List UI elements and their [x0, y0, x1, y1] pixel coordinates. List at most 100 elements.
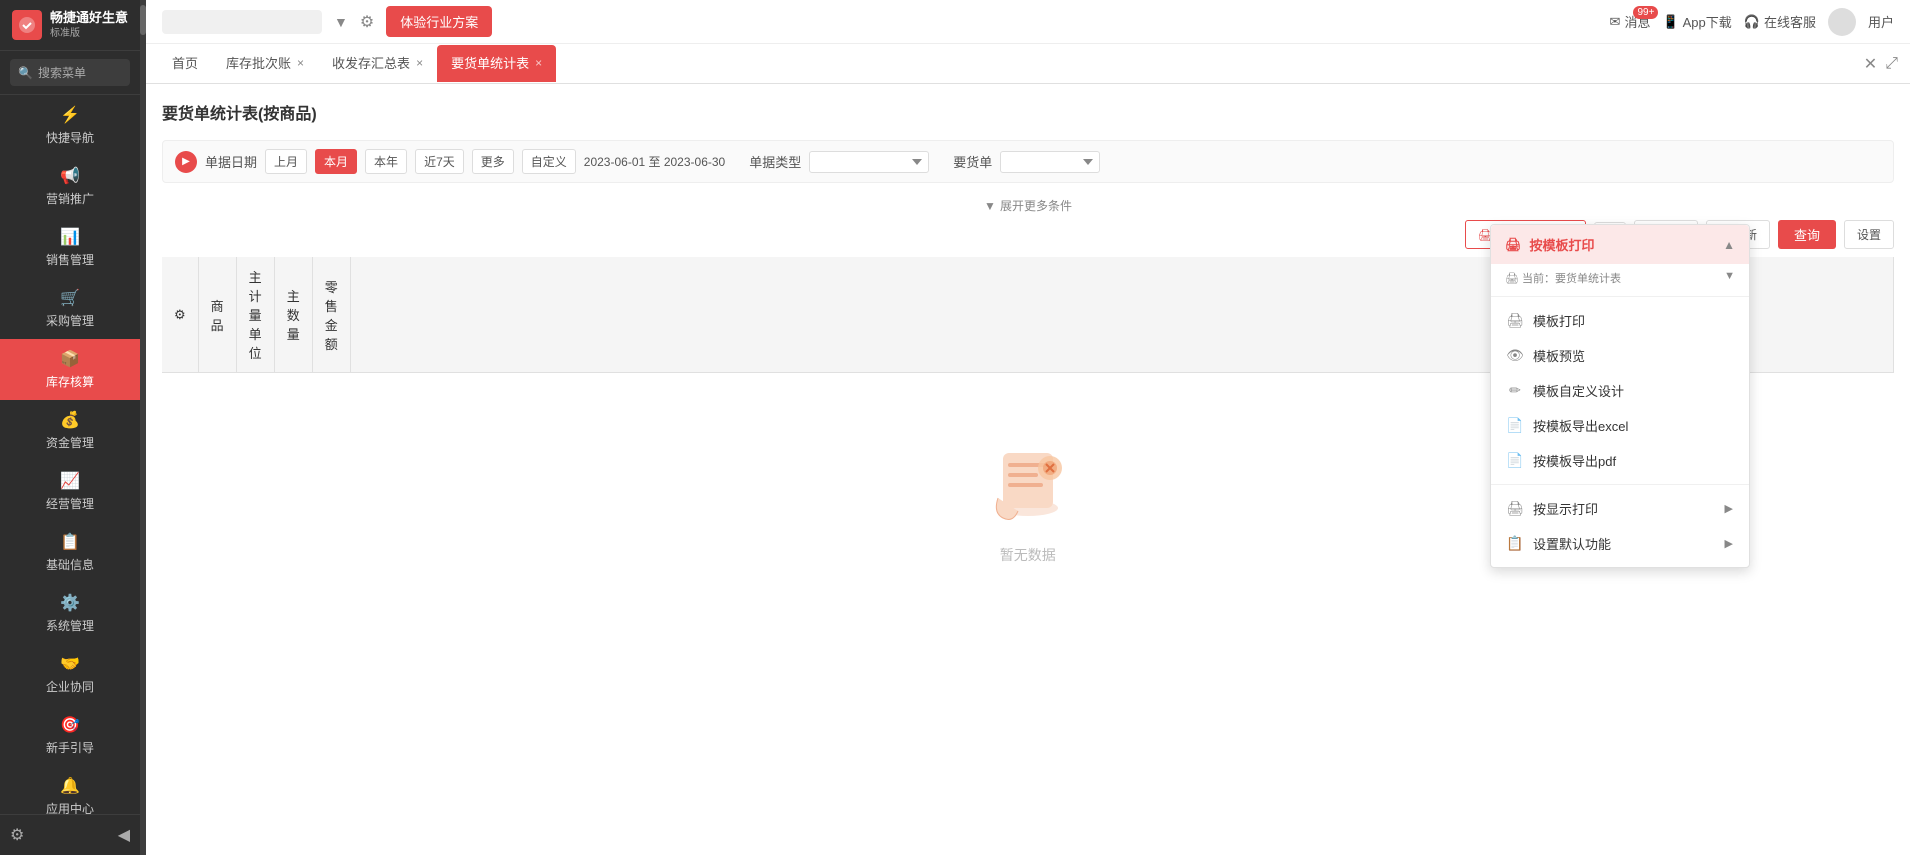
dropdown-item-template-custom[interactable]: ✏ 模板自定义设计	[1491, 373, 1749, 408]
template-custom-item-label: 模板自定义设计	[1533, 381, 1624, 400]
page-content: 要货单统计表(按商品) ▶ 单据日期 上月 本月 本年 近7天 更多 自定义 2…	[146, 84, 1910, 855]
dropdown-display-print[interactable]: 🖨 按显示打印 ▶	[1491, 491, 1749, 526]
tab-order-stats-label: 要货单统计表	[451, 53, 529, 72]
settings-footer-button[interactable]: ⚙	[10, 825, 24, 845]
marketing-icon: 📢	[60, 166, 80, 186]
sidebar-item-operations[interactable]: 📈 经营管理	[0, 461, 140, 522]
sidebar-item-label: 新手引导	[46, 739, 94, 756]
basic-icon: 📋	[60, 532, 80, 552]
logo: 畅捷通好生意 标准版	[0, 0, 140, 51]
topbar-dropdown-chevron[interactable]: ▼	[334, 14, 348, 30]
sidebar-item-purchase[interactable]: 🛒 采购管理	[0, 278, 140, 339]
set-default-chevron: ▶	[1725, 537, 1733, 550]
logo-icon	[12, 10, 42, 40]
app-download-group[interactable]: 📱 App下载	[1662, 12, 1731, 31]
sidebar-item-label: 企业协同	[46, 678, 94, 695]
headset-icon: 🎧	[1744, 14, 1760, 30]
sidebar-footer: ⚙ ◀	[0, 814, 140, 855]
tabs-actions: ✕ ⤢	[1864, 54, 1898, 74]
column-settings-button[interactable]: 设置	[1844, 220, 1894, 249]
type-select[interactable]	[809, 151, 929, 173]
logo-subtitle: 标准版	[50, 27, 128, 40]
close-tab-button[interactable]: ✕	[1864, 54, 1877, 74]
th-settings[interactable]: ⚙	[162, 257, 198, 373]
sidebar-item-quick-nav[interactable]: ⚡ 快捷导航	[0, 95, 140, 156]
filter-this-year-btn[interactable]: 本年	[365, 149, 407, 174]
yaohuo-select[interactable]	[1000, 151, 1100, 173]
expand-more-label: 展开更多条件	[1000, 197, 1072, 214]
topbar-search-input[interactable]	[162, 10, 322, 34]
filter-more-btn[interactable]: 更多	[472, 149, 514, 174]
topbar: ▼ ⚙ 体验行业方案 ✉ 消息 99+ 📱 App下载 🎧 在线客服 用户	[146, 0, 1910, 44]
settings-icon: ⚙	[174, 307, 186, 322]
username: 用户	[1868, 12, 1894, 31]
sidebar-item-marketing[interactable]: 📢 营销推广	[0, 156, 140, 217]
filter-last-month-btn[interactable]: 上月	[265, 149, 307, 174]
guide-icon: 🎯	[60, 715, 80, 735]
dropdown-current-text: 当前：要货单统计表	[1522, 273, 1621, 285]
tab-inventory-batch[interactable]: 库存批次账 ×	[212, 45, 318, 82]
filter-custom-btn[interactable]: 自定义	[522, 149, 576, 174]
purchase-icon: 🛒	[60, 288, 80, 308]
sidebar-item-basic[interactable]: 📋 基础信息	[0, 522, 140, 583]
sidebar-item-guide[interactable]: 🎯 新手引导	[0, 705, 140, 766]
logo-title: 畅捷通好生意	[50, 10, 128, 27]
trial-btn[interactable]: 体验行业方案	[386, 6, 492, 37]
tab-inventory-batch-close[interactable]: ×	[297, 57, 304, 69]
sidebar-item-sales[interactable]: 📊 销售管理	[0, 217, 140, 278]
avatar[interactable]	[1828, 8, 1856, 36]
collapse-sidebar-button[interactable]: ◀	[118, 825, 130, 845]
template-custom-item-icon: ✏	[1507, 383, 1523, 399]
sidebar-item-label: 经营管理	[46, 495, 94, 512]
sidebar-item-finance[interactable]: 💰 资金管理	[0, 400, 140, 461]
filter-bar: ▶ 单据日期 上月 本月 本年 近7天 更多 自定义 2023-06-01 至 …	[162, 140, 1894, 183]
sidebar-item-enterprise[interactable]: 🤝 企业协同	[0, 644, 140, 705]
app-download-label: App下载	[1683, 12, 1732, 31]
messages-group[interactable]: ✉ 消息 99+	[1610, 12, 1651, 31]
sidebar-search-area: 🔍 搜索菜单	[0, 51, 140, 95]
th-amount: 零售金额	[312, 257, 350, 373]
finance-icon: 💰	[60, 410, 80, 430]
tab-receivable-summary-close[interactable]: ×	[416, 57, 423, 69]
search-menu-button[interactable]: 🔍 搜索菜单	[10, 59, 130, 86]
tab-order-stats-close[interactable]: ×	[535, 57, 542, 69]
dropdown-collapse-icon[interactable]: ▲	[1723, 238, 1735, 252]
dropdown-items-section: 🖨 模板打印 👁 模板预览 ✏ 模板自定义设计 📄 按模板导出excel 📄	[1491, 297, 1749, 485]
customer-service-group[interactable]: 🎧 在线客服	[1744, 12, 1816, 31]
filter-toggle-button[interactable]: ▶	[175, 151, 197, 173]
th-unit: 主计量单位	[236, 257, 274, 373]
expand-more-bar[interactable]: ▼ 展开更多条件	[162, 191, 1894, 220]
sidebar-item-system[interactable]: ⚙️ 系统管理	[0, 583, 140, 644]
maximize-button[interactable]: ⤢	[1885, 54, 1898, 74]
topbar-gear-icon[interactable]: ⚙	[360, 12, 374, 32]
query-button[interactable]: 查询	[1778, 220, 1836, 249]
phone-icon: 📱	[1662, 14, 1678, 30]
tab-receivable-summary[interactable]: 收发存汇总表 ×	[318, 45, 437, 82]
operations-icon: 📈	[60, 471, 80, 491]
tab-inventory-batch-label: 库存批次账	[226, 53, 291, 72]
type-label: 单据类型	[749, 152, 801, 171]
page-title: 要货单统计表(按商品)	[162, 100, 1894, 124]
tab-home[interactable]: 首页	[158, 45, 212, 82]
dropdown-item-export-excel[interactable]: 📄 按模板导出excel	[1491, 408, 1749, 443]
dropdown-item-template-print[interactable]: 🖨 模板打印	[1491, 303, 1749, 338]
filter-this-month-btn[interactable]: 本月	[315, 149, 357, 174]
dropdown-set-default[interactable]: 📋 设置默认功能 ▶	[1491, 526, 1749, 561]
display-print-chevron: ▶	[1725, 502, 1733, 515]
sidebar-item-inventory[interactable]: 📦 库存核算	[0, 339, 140, 400]
main-content: ▼ ⚙ 体验行业方案 ✉ 消息 99+ 📱 App下载 🎧 在线客服 用户 首页…	[146, 0, 1910, 855]
dropdown-header: 🖨 按模板打印 ▲	[1491, 225, 1749, 264]
template-print-dropdown: 🖨 按模板打印 ▲ 🖨 当前：要货单统计表 ▼ 🖨 模板打印	[1490, 224, 1750, 568]
sidebar-item-label: 销售管理	[46, 251, 94, 268]
sidebar-item-label: 营销推广	[46, 190, 94, 207]
sidebar-item-apps[interactable]: 🔔 应用中心	[0, 766, 140, 814]
display-print-icon: 🖨	[1507, 501, 1523, 517]
dropdown-current-section: 🖨 当前：要货单统计表 ▼	[1491, 264, 1749, 297]
dropdown-item-template-preview[interactable]: 👁 模板预览	[1491, 338, 1749, 373]
tab-order-stats[interactable]: 要货单统计表 ×	[437, 45, 556, 82]
dropdown-item-export-pdf[interactable]: 📄 按模板导出pdf	[1491, 443, 1749, 478]
date-range-display: 2023-06-01 至 2023-06-30	[584, 153, 725, 170]
customer-service-label: 在线客服	[1764, 12, 1816, 31]
template-print-item-icon: 🖨	[1507, 313, 1523, 329]
filter-7days-btn[interactable]: 近7天	[415, 149, 464, 174]
